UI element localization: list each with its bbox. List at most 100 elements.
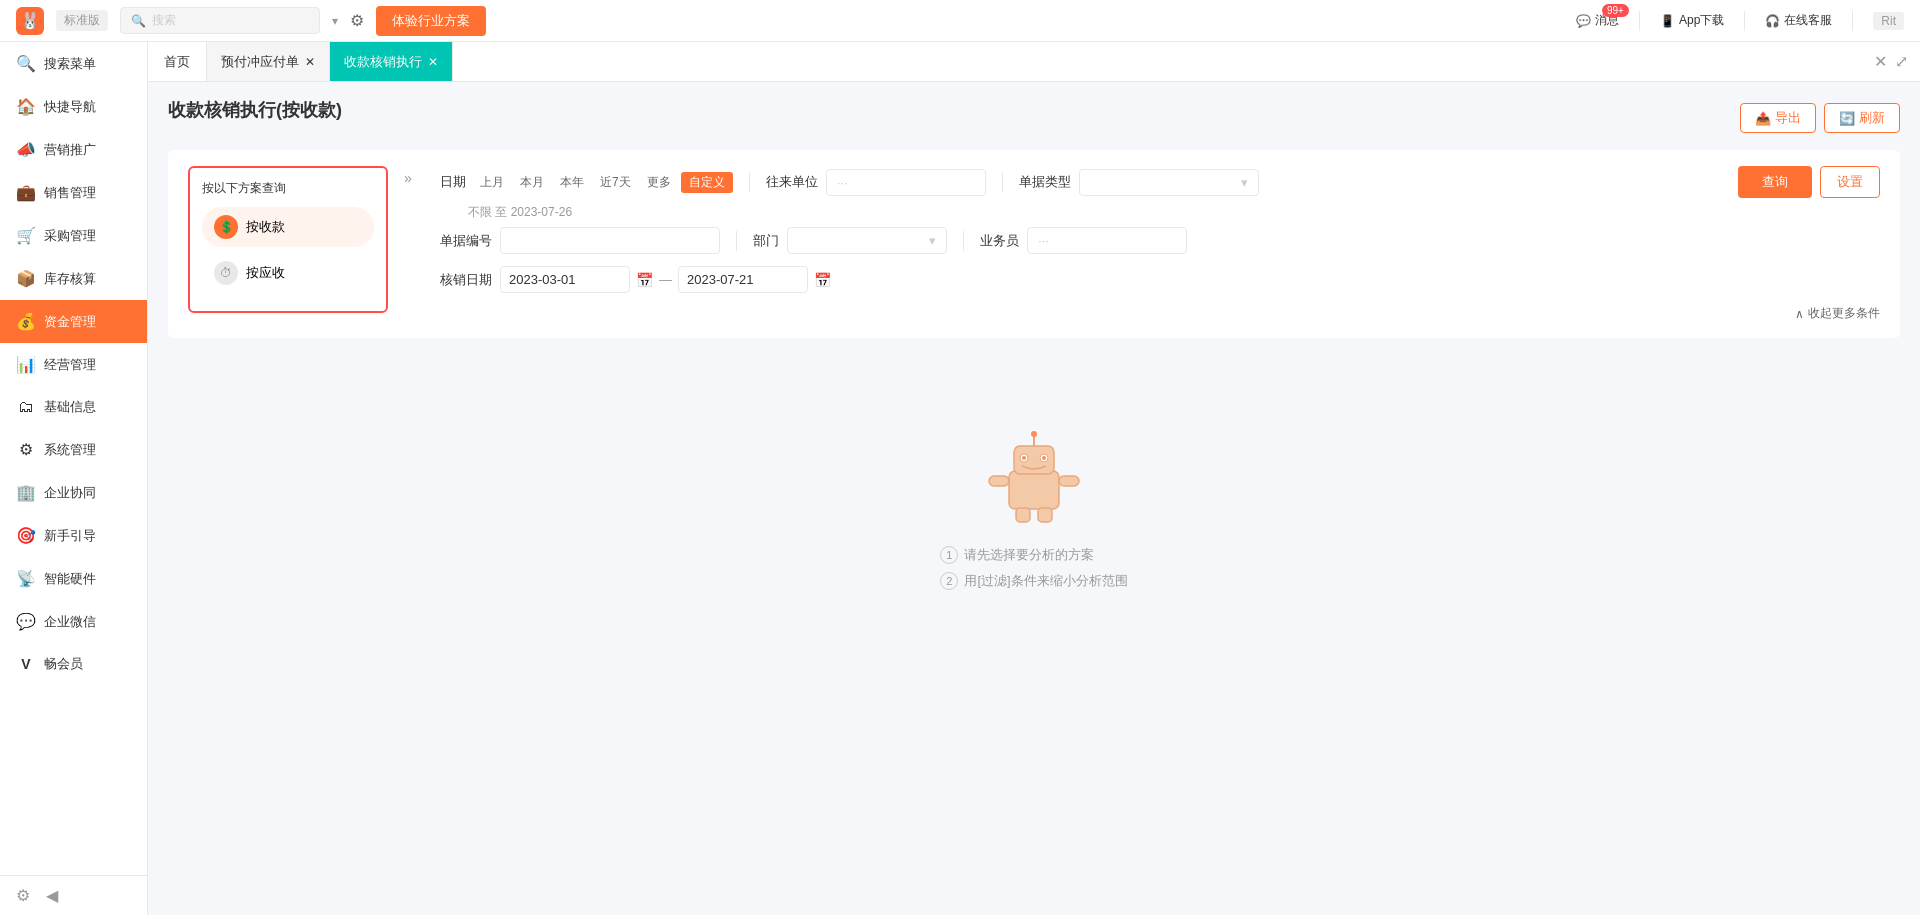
- refresh-button[interactable]: 🔄 刷新: [1824, 103, 1900, 133]
- tab-expand-icon[interactable]: ⤢: [1895, 52, 1908, 71]
- sidebar-item-marketing[interactable]: 📣 营销推广: [0, 128, 147, 171]
- sidebar-item-wechat[interactable]: 💬 企业微信: [0, 600, 147, 643]
- gear-icon[interactable]: ⚙: [350, 11, 364, 30]
- svg-rect-8: [989, 476, 1009, 486]
- sidebar-item-finance[interactable]: 💰 资金管理: [0, 300, 147, 343]
- filter-option-by-receipt[interactable]: 💲 按收款: [202, 207, 374, 247]
- date-7-days[interactable]: 近7天: [594, 172, 637, 193]
- calendar-start-icon[interactable]: 📅: [636, 272, 653, 288]
- by-receipt-icon: 💲: [214, 215, 238, 239]
- refresh-icon: 🔄: [1839, 111, 1855, 126]
- date-last-month[interactable]: 上月: [474, 172, 510, 193]
- empty-state: 1 请先选择要分析的方案 2 用[过滤]条件来缩小分析范围: [168, 346, 1900, 674]
- settings-button[interactable]: 设置: [1820, 166, 1880, 198]
- sidebar-item-sales[interactable]: 💼 销售管理: [0, 171, 147, 214]
- purchase-icon: 🛒: [16, 226, 36, 245]
- date-this-year[interactable]: 本年: [554, 172, 590, 193]
- doctype-label: 单据类型: [1019, 173, 1071, 191]
- writeoff-date-field: 核销日期 📅 — 📅: [440, 266, 831, 293]
- writeoff-date-end-input[interactable]: [678, 266, 808, 293]
- date-quick-buttons: 上月 本月 本年 近7天 更多 自定义: [474, 172, 733, 193]
- page-content: 收款核销执行(按收款) 📤 导出 🔄 刷新: [148, 82, 1920, 915]
- tab-close-receipt-writeoff[interactable]: ✕: [428, 55, 438, 69]
- sidebar-item-basic-info[interactable]: 🗂 基础信息: [0, 386, 147, 428]
- user-info[interactable]: Rit: [1873, 12, 1904, 30]
- basic-info-icon: 🗂: [16, 398, 36, 416]
- partner-select[interactable]: ···: [826, 169, 986, 196]
- dept-field: 部门 ▾: [753, 227, 947, 254]
- filter-option-by-receivable[interactable]: ⏱ 按应收: [202, 253, 374, 293]
- message-badge: 99+: [1602, 4, 1629, 17]
- sidebar-item-member[interactable]: V 畅会员: [0, 643, 147, 685]
- filter-panel: 按以下方案查询 💲 按收款 ⏱ 按应收: [188, 166, 388, 313]
- member-icon: V: [16, 656, 36, 672]
- calendar-end-icon[interactable]: 📅: [814, 272, 831, 288]
- sidebar-item-guide[interactable]: 🎯 新手引导: [0, 514, 147, 557]
- svg-point-7: [1042, 456, 1046, 460]
- online-service-button[interactable]: 🎧 在线客服: [1765, 12, 1832, 29]
- tab-bar-actions: ✕ ⤢: [1874, 52, 1920, 71]
- docno-input[interactable]: [500, 227, 720, 254]
- writeoff-date-start-input[interactable]: [500, 266, 630, 293]
- search-menu-icon: 🔍: [16, 54, 36, 73]
- marketing-icon: 📣: [16, 140, 36, 159]
- filter-row-1: 日期 上月 本月 本年 近7天 更多 自定义: [440, 166, 1880, 198]
- empty-hints: 1 请先选择要分析的方案 2 用[过滤]条件来缩小分析范围: [940, 542, 1127, 594]
- date-this-month[interactable]: 本月: [514, 172, 550, 193]
- action-buttons: 查询 设置: [1738, 166, 1880, 198]
- tab-prepay[interactable]: 预付冲应付单 ✕: [207, 42, 330, 81]
- tab-receipt-writeoff[interactable]: 收款核销执行 ✕: [330, 42, 453, 81]
- doctype-chevron-icon: ▾: [1241, 175, 1248, 190]
- date-more[interactable]: 更多: [641, 172, 677, 193]
- empty-robot-illustration: [984, 426, 1084, 526]
- svg-rect-10: [1016, 508, 1030, 522]
- content-area: 首页 预付冲应付单 ✕ 收款核销执行 ✕ ✕ ⤢ 收款核销执行(按收款): [148, 42, 1920, 915]
- main-layout: 🔍 搜索菜单 🏠 快捷导航 📣 营销推广 💼 销售管理 🛒 采购管理 📦 库存核…: [0, 42, 1920, 915]
- docno-label: 单据编号: [440, 232, 492, 250]
- solution-button[interactable]: 体验行业方案: [376, 6, 486, 36]
- sidebar-item-hardware[interactable]: 📡 智能硬件: [0, 557, 147, 600]
- dept-select[interactable]: ▾: [787, 227, 947, 254]
- collapse-sidebar-icon[interactable]: ◀: [46, 886, 58, 905]
- app-download-button[interactable]: 📱 App下载: [1660, 12, 1724, 29]
- filter-collapse-button[interactable]: »: [404, 166, 424, 186]
- settings-bottom-icon[interactable]: ⚙: [16, 886, 30, 905]
- service-icon: 🎧: [1765, 14, 1780, 28]
- doctype-select[interactable]: ▾: [1079, 169, 1259, 196]
- date-custom[interactable]: 自定义: [681, 172, 733, 193]
- page-header-actions: 📤 导出 🔄 刷新: [1740, 103, 1900, 133]
- query-button[interactable]: 查询: [1738, 166, 1812, 198]
- top-search-bar[interactable]: 🔍 搜索: [120, 7, 320, 34]
- tab-bar: 首页 预付冲应付单 ✕ 收款核销执行 ✕ ✕ ⤢: [148, 42, 1920, 82]
- staff-select[interactable]: ···: [1027, 227, 1187, 254]
- sidebar-item-quick-nav[interactable]: 🏠 快捷导航: [0, 85, 147, 128]
- dropdown-chevron-icon[interactable]: ▾: [332, 14, 338, 28]
- doctype-field: 单据类型 ▾: [1019, 169, 1259, 196]
- wechat-icon: 💬: [16, 612, 36, 631]
- collapse-more-icon: ∧: [1795, 307, 1804, 321]
- empty-hint-2: 2 用[过滤]条件来缩小分析范围: [940, 568, 1127, 594]
- tab-close-all-icon[interactable]: ✕: [1874, 52, 1887, 71]
- partner-placeholder: ···: [837, 175, 848, 190]
- sidebar-item-purchase[interactable]: 🛒 采购管理: [0, 214, 147, 257]
- tab-home[interactable]: 首页: [148, 42, 207, 81]
- sidebar-item-inventory[interactable]: 📦 库存核算: [0, 257, 147, 300]
- sidebar-item-system[interactable]: ⚙ 系统管理: [0, 428, 147, 471]
- by-receivable-icon: ⏱: [214, 261, 238, 285]
- logo: 🐰: [16, 7, 44, 35]
- divider3: [736, 231, 737, 251]
- svg-rect-11: [1038, 508, 1052, 522]
- message-button[interactable]: 💬 消息 99+: [1576, 12, 1619, 29]
- filter-row-2: 单据编号 部门 ▾: [440, 227, 1880, 254]
- sidebar-item-operations[interactable]: 📊 经营管理: [0, 343, 147, 386]
- sales-icon: 💼: [16, 183, 36, 202]
- tab-close-prepay[interactable]: ✕: [305, 55, 315, 69]
- sidebar-item-search-menu[interactable]: 🔍 搜索菜单: [0, 42, 147, 85]
- top-bar: 🐰 标准版 🔍 搜索 ▾ ⚙ 体验行业方案 💬 消息 99+ 📱 App下载 🎧…: [0, 0, 1920, 42]
- sidebar-item-enterprise[interactable]: 🏢 企业协同: [0, 471, 147, 514]
- filter-top-row: 按以下方案查询 💲 按收款 ⏱ 按应收 »: [188, 166, 1880, 322]
- date-field: 日期 上月 本月 本年 近7天 更多 自定义: [440, 172, 733, 193]
- export-button[interactable]: 📤 导出: [1740, 103, 1816, 133]
- collapse-more-button[interactable]: ∧ 收起更多条件: [1795, 305, 1880, 322]
- top-bar-right: 💬 消息 99+ 📱 App下载 🎧 在线客服 Rit: [1576, 11, 1904, 31]
